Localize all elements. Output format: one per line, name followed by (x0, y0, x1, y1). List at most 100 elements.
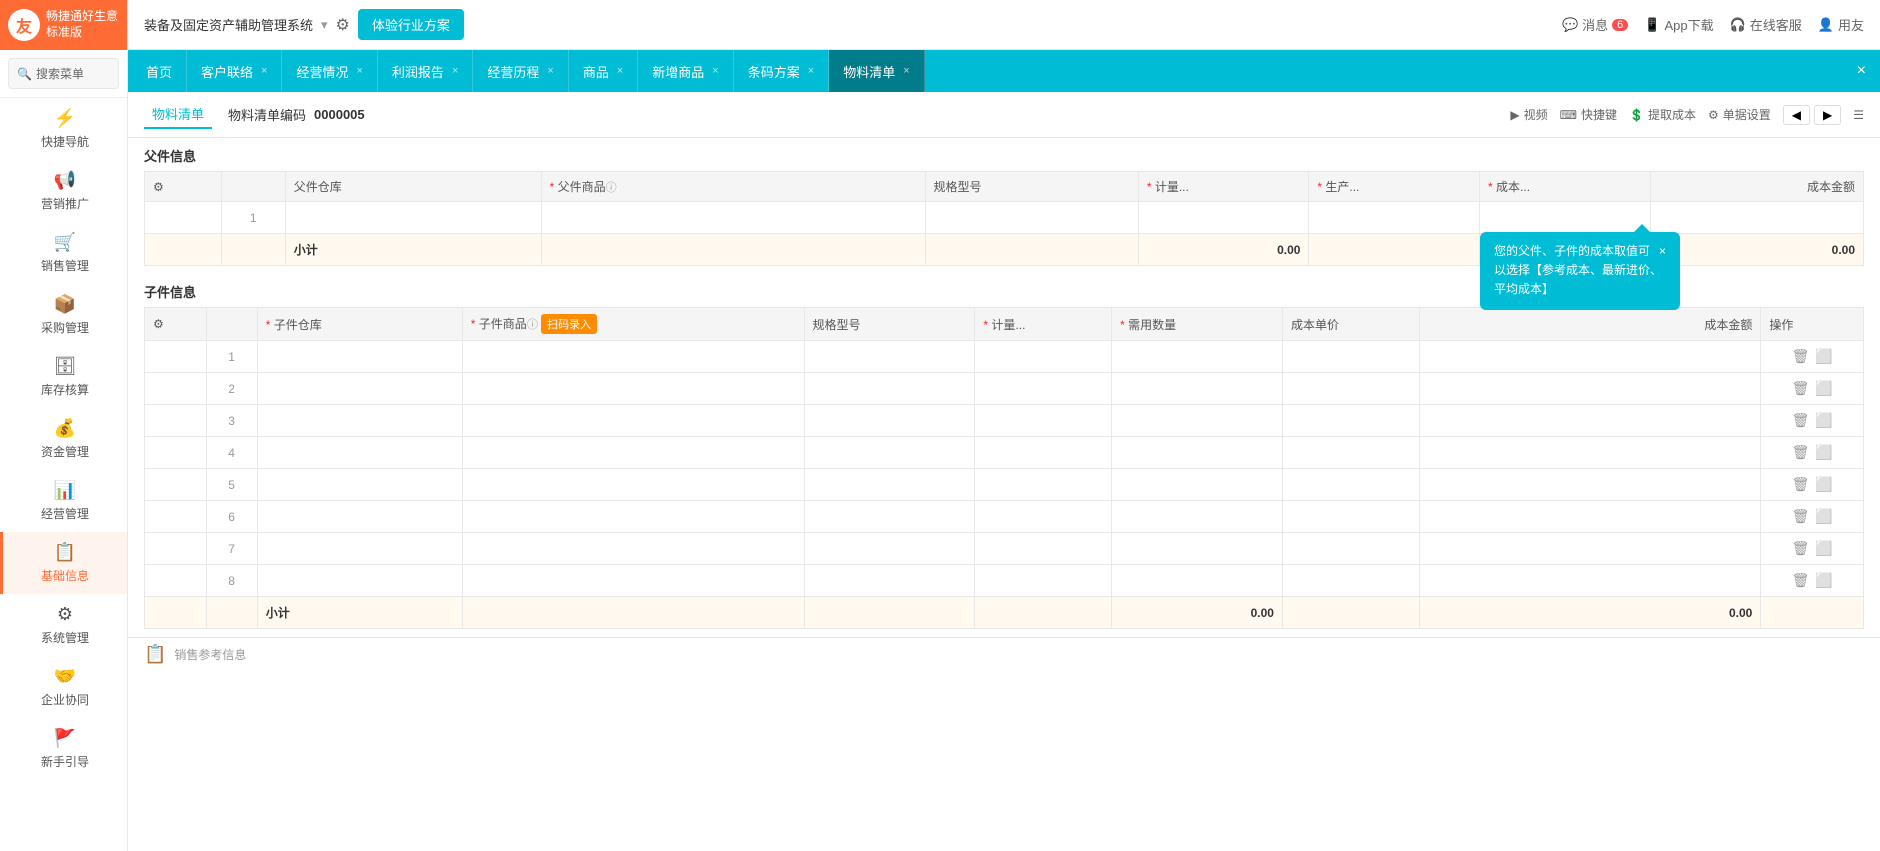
settings-icon[interactable]: ⚙ (336, 15, 350, 35)
video-button[interactable]: ▶ 视频 (1510, 106, 1547, 123)
sidebar-item-purchase[interactable]: 📦 采购管理 (0, 284, 127, 346)
child-unit-cell[interactable] (975, 501, 1112, 533)
copy-icon[interactable]: ⬜ (1815, 348, 1832, 365)
settings-gear-icon[interactable]: ⚙ (153, 180, 164, 194)
child-warehouse-cell[interactable] (257, 341, 462, 373)
child-goods-cell[interactable] (462, 373, 804, 405)
child-goods-cell[interactable] (462, 437, 804, 469)
child-unit-cost-cell[interactable] (1282, 565, 1419, 597)
copy-icon[interactable]: ⬜ (1815, 540, 1832, 557)
delete-icon[interactable]: 🗑 (1792, 412, 1810, 429)
copy-icon[interactable]: ⬜ (1815, 476, 1832, 493)
child-goods-cell[interactable] (462, 341, 804, 373)
parent-production-cell[interactable] (1309, 202, 1480, 234)
message-button[interactable]: 💬 消息 6 (1562, 15, 1628, 34)
child-spec-cell[interactable] (804, 533, 975, 565)
copy-icon[interactable]: ⬜ (1815, 572, 1832, 589)
child-unit-cell[interactable] (975, 469, 1112, 501)
child-warehouse-cell[interactable] (257, 405, 462, 437)
parent-cost-cell[interactable] (1480, 202, 1651, 234)
list-view-button[interactable]: ☰ (1853, 108, 1864, 122)
child-unit-cost-cell[interactable] (1282, 405, 1419, 437)
tab-new-goods[interactable]: 新增商品 × (638, 50, 733, 92)
tab-bom[interactable]: 物料清单 × (829, 50, 924, 92)
doc-settings-button[interactable]: ⚙ 单据设置 (1708, 106, 1771, 123)
sidebar-item-operation[interactable]: 📊 经营管理 (0, 470, 127, 532)
child-qty-cell[interactable] (1112, 533, 1283, 565)
experience-button[interactable]: 体验行业方案 (358, 9, 464, 40)
tabs-close-button[interactable]: × (1847, 62, 1876, 80)
bottom-bar-icon[interactable]: 📋 (144, 644, 166, 665)
child-spec-cell[interactable] (804, 565, 975, 597)
parent-warehouse-cell[interactable] (285, 202, 541, 234)
child-unit-cost-cell[interactable] (1282, 341, 1419, 373)
child-settings-gear-icon[interactable]: ⚙ (153, 317, 164, 331)
tab-goods[interactable]: 商品 × (569, 50, 638, 92)
child-goods-cell[interactable] (462, 533, 804, 565)
child-spec-cell[interactable] (804, 405, 975, 437)
child-qty-cell[interactable] (1112, 501, 1283, 533)
tab-business-status[interactable]: 经营情况 × (282, 50, 377, 92)
sidebar-item-quick-nav[interactable]: ⚡ 快捷导航 (0, 98, 127, 160)
child-warehouse-cell[interactable] (257, 469, 462, 501)
tooltip-close-button[interactable]: × (1659, 242, 1666, 261)
parent-goods-cell[interactable] (541, 202, 925, 234)
child-qty-cell[interactable] (1112, 437, 1283, 469)
child-unit-cost-cell[interactable] (1282, 437, 1419, 469)
shortcut-button[interactable]: ⌨ 快捷键 (1560, 106, 1617, 123)
child-qty-cell[interactable] (1112, 405, 1283, 437)
child-qty-cell[interactable] (1112, 373, 1283, 405)
app-download-button[interactable]: 📱 App下载 (1644, 15, 1713, 34)
sidebar-item-sales[interactable]: 🛒 销售管理 (0, 222, 127, 284)
copy-icon[interactable]: ⬜ (1815, 444, 1832, 461)
tab-barcode[interactable]: 条码方案 × (734, 50, 829, 92)
delete-icon[interactable]: 🗑 (1792, 444, 1810, 461)
sidebar-item-guide[interactable]: 🚩 新手引导 (0, 718, 127, 780)
child-unit-cost-cell[interactable] (1282, 469, 1419, 501)
child-unit-cost-cell[interactable] (1282, 533, 1419, 565)
parent-spec-cell[interactable] (925, 202, 1138, 234)
sidebar-item-finance[interactable]: 💰 资金管理 (0, 408, 127, 470)
child-unit-cell[interactable] (975, 533, 1112, 565)
scan-input-button[interactable]: 扫码录入 (541, 314, 597, 334)
dropdown-icon[interactable]: ▾ (321, 17, 328, 33)
tab-close-icon[interactable]: × (617, 65, 623, 77)
child-warehouse-cell[interactable] (257, 373, 462, 405)
delete-icon[interactable]: 🗑 (1792, 348, 1810, 365)
child-warehouse-cell[interactable] (257, 533, 462, 565)
child-unit-cell[interactable] (975, 405, 1112, 437)
child-spec-cell[interactable] (804, 469, 975, 501)
child-unit-cell[interactable] (975, 341, 1112, 373)
delete-icon[interactable]: 🗑 (1792, 540, 1810, 557)
tab-close-icon[interactable]: × (712, 65, 718, 77)
sub-tab-bom[interactable]: 物料清单 (144, 100, 212, 129)
child-unit-cell[interactable] (975, 437, 1112, 469)
child-unit-cost-cell[interactable] (1282, 373, 1419, 405)
sidebar-item-inventory[interactable]: 🗄 库存核算 (0, 346, 127, 408)
child-warehouse-cell[interactable] (257, 565, 462, 597)
sidebar-item-marketing[interactable]: 📢 营销推广 (0, 160, 127, 222)
tab-home[interactable]: 首页 (132, 50, 187, 92)
tab-profit[interactable]: 利润报告 × (378, 50, 473, 92)
online-service-button[interactable]: 🎧 在线客服 (1730, 15, 1802, 34)
tab-close-icon[interactable]: × (547, 65, 553, 77)
parent-unit-cell[interactable] (1138, 202, 1309, 234)
child-spec-cell[interactable] (804, 341, 975, 373)
child-qty-cell[interactable] (1112, 469, 1283, 501)
sidebar-item-enterprise[interactable]: 🤝 企业协同 (0, 656, 127, 718)
delete-icon[interactable]: 🗑 (1792, 380, 1810, 397)
child-goods-cell[interactable] (462, 565, 804, 597)
child-spec-cell[interactable] (804, 437, 975, 469)
copy-icon[interactable]: ⬜ (1815, 412, 1832, 429)
tab-history[interactable]: 经营历程 × (473, 50, 568, 92)
tab-close-icon[interactable]: × (903, 65, 909, 77)
tab-close-icon[interactable]: × (356, 65, 362, 77)
extract-cost-button[interactable]: 💲 提取成本 (1629, 106, 1696, 123)
child-spec-cell[interactable] (804, 501, 975, 533)
search-menu-button[interactable]: 🔍 搜索菜单 (8, 58, 119, 89)
tab-customer[interactable]: 客户联络 × (187, 50, 282, 92)
child-spec-cell[interactable] (804, 373, 975, 405)
child-goods-cell[interactable] (462, 405, 804, 437)
child-warehouse-cell[interactable] (257, 437, 462, 469)
next-page-button[interactable]: ▶ (1814, 105, 1841, 125)
